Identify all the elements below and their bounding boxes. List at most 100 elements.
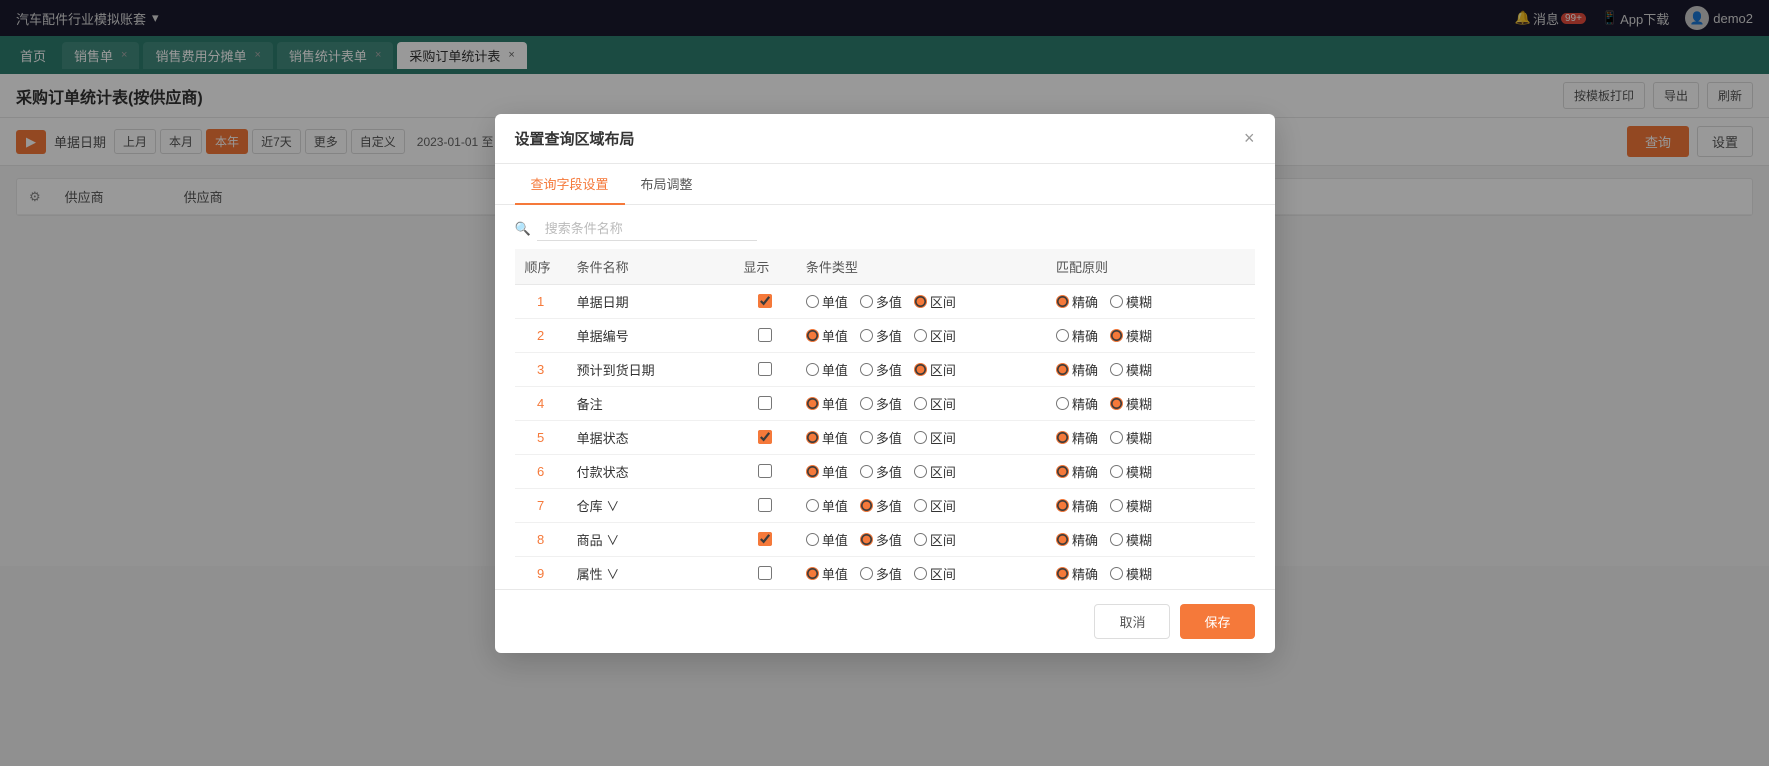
type-radio-label[interactable]: 多值 (860, 496, 902, 515)
show-checkbox[interactable] (758, 430, 772, 444)
match-radio-label[interactable]: 精确 (1056, 360, 1098, 379)
type-radio[interactable] (914, 499, 927, 512)
match-radio-label[interactable]: 精确 (1056, 462, 1098, 481)
match-radio[interactable] (1110, 499, 1123, 512)
show-checkbox[interactable] (758, 566, 772, 580)
type-radio-label[interactable]: 单值 (806, 360, 848, 379)
match-radio-label[interactable]: 精确 (1056, 530, 1098, 549)
match-radio-label[interactable]: 模糊 (1110, 428, 1152, 447)
type-radio-label[interactable]: 多值 (860, 326, 902, 345)
type-radio-label[interactable]: 区间 (914, 360, 956, 379)
type-radio[interactable] (860, 533, 873, 546)
type-radio-label[interactable]: 多值 (860, 428, 902, 447)
match-radio-label[interactable]: 模糊 (1110, 564, 1152, 583)
type-radio-label[interactable]: 区间 (914, 530, 956, 549)
type-radio[interactable] (914, 431, 927, 444)
type-radio-label[interactable]: 区间 (914, 394, 956, 413)
save-button[interactable]: 保存 (1180, 604, 1254, 639)
type-radio-label[interactable]: 单值 (806, 530, 848, 549)
match-radio[interactable] (1110, 567, 1123, 580)
show-checkbox[interactable] (758, 294, 772, 308)
type-radio[interactable] (860, 363, 873, 376)
match-radio[interactable] (1056, 363, 1069, 376)
match-radio[interactable] (1056, 465, 1069, 478)
type-radio[interactable] (806, 567, 819, 580)
type-radio[interactable] (914, 567, 927, 580)
type-radio[interactable] (806, 329, 819, 342)
type-radio[interactable] (914, 363, 927, 376)
match-radio[interactable] (1056, 499, 1069, 512)
type-radio-label[interactable]: 区间 (914, 462, 956, 481)
type-radio[interactable] (806, 431, 819, 444)
type-radio[interactable] (914, 295, 927, 308)
show-checkbox[interactable] (758, 498, 772, 512)
match-radio-label[interactable]: 精确 (1056, 326, 1098, 345)
type-radio[interactable] (806, 295, 819, 308)
show-checkbox[interactable] (758, 362, 772, 376)
type-radio-label[interactable]: 单值 (806, 394, 848, 413)
type-radio-label[interactable]: 单值 (806, 496, 848, 515)
match-radio[interactable] (1110, 363, 1123, 376)
type-radio-label[interactable]: 区间 (914, 326, 956, 345)
type-radio-label[interactable]: 单值 (806, 292, 848, 311)
match-radio-label[interactable]: 模糊 (1110, 360, 1152, 379)
type-radio[interactable] (860, 567, 873, 580)
match-radio-label[interactable]: 精确 (1056, 292, 1098, 311)
type-radio[interactable] (806, 465, 819, 478)
type-radio[interactable] (806, 363, 819, 376)
show-checkbox[interactable] (758, 464, 772, 478)
condition-search-input[interactable] (537, 217, 757, 241)
type-radio[interactable] (914, 329, 927, 342)
match-radio-label[interactable]: 模糊 (1110, 496, 1152, 515)
modal-tab-layout[interactable]: 布局调整 (625, 164, 709, 205)
type-radio-label[interactable]: 多值 (860, 394, 902, 413)
show-checkbox[interactable] (758, 396, 772, 410)
type-radio-label[interactable]: 单值 (806, 428, 848, 447)
match-radio[interactable] (1056, 567, 1069, 580)
match-radio[interactable] (1110, 465, 1123, 478)
match-radio-label[interactable]: 模糊 (1110, 394, 1152, 413)
type-radio-label[interactable]: 区间 (914, 564, 956, 583)
type-radio[interactable] (806, 533, 819, 546)
modal-close-button[interactable]: × (1244, 129, 1255, 147)
type-radio-label[interactable]: 多值 (860, 564, 902, 583)
match-radio[interactable] (1056, 397, 1069, 410)
match-radio-label[interactable]: 精确 (1056, 496, 1098, 515)
type-radio-label[interactable]: 单值 (806, 326, 848, 345)
type-radio[interactable] (860, 499, 873, 512)
match-radio-label[interactable]: 精确 (1056, 564, 1098, 583)
type-radio[interactable] (860, 431, 873, 444)
match-radio[interactable] (1110, 397, 1123, 410)
match-radio-label[interactable]: 模糊 (1110, 326, 1152, 345)
match-radio[interactable] (1056, 329, 1069, 342)
type-radio-label[interactable]: 单值 (806, 564, 848, 583)
type-radio[interactable] (860, 329, 873, 342)
type-radio[interactable] (860, 295, 873, 308)
conditions-table-scroll[interactable]: 顺序 条件名称 显示 条件类型 匹配原则 1单据日期单值多值区间精确模糊2单据编… (515, 249, 1255, 589)
type-radio[interactable] (914, 533, 927, 546)
match-radio[interactable] (1110, 431, 1123, 444)
match-radio-label[interactable]: 模糊 (1110, 462, 1152, 481)
match-radio[interactable] (1056, 295, 1069, 308)
show-checkbox[interactable] (758, 532, 772, 546)
type-radio-label[interactable]: 区间 (914, 496, 956, 515)
type-radio-label[interactable]: 多值 (860, 462, 902, 481)
show-checkbox[interactable] (758, 328, 772, 342)
match-radio[interactable] (1110, 295, 1123, 308)
type-radio-label[interactable]: 区间 (914, 428, 956, 447)
match-radio-label[interactable]: 模糊 (1110, 530, 1152, 549)
match-radio-label[interactable]: 精确 (1056, 394, 1098, 413)
modal-tab-query-fields[interactable]: 查询字段设置 (515, 164, 625, 205)
type-radio[interactable] (806, 499, 819, 512)
type-radio-label[interactable]: 区间 (914, 292, 956, 311)
type-radio-label[interactable]: 多值 (860, 292, 902, 311)
match-radio[interactable] (1110, 329, 1123, 342)
match-radio[interactable] (1110, 533, 1123, 546)
type-radio[interactable] (860, 397, 873, 410)
match-radio[interactable] (1056, 533, 1069, 546)
type-radio-label[interactable]: 多值 (860, 360, 902, 379)
type-radio[interactable] (860, 465, 873, 478)
match-radio[interactable] (1056, 431, 1069, 444)
type-radio-label[interactable]: 单值 (806, 462, 848, 481)
type-radio[interactable] (806, 397, 819, 410)
